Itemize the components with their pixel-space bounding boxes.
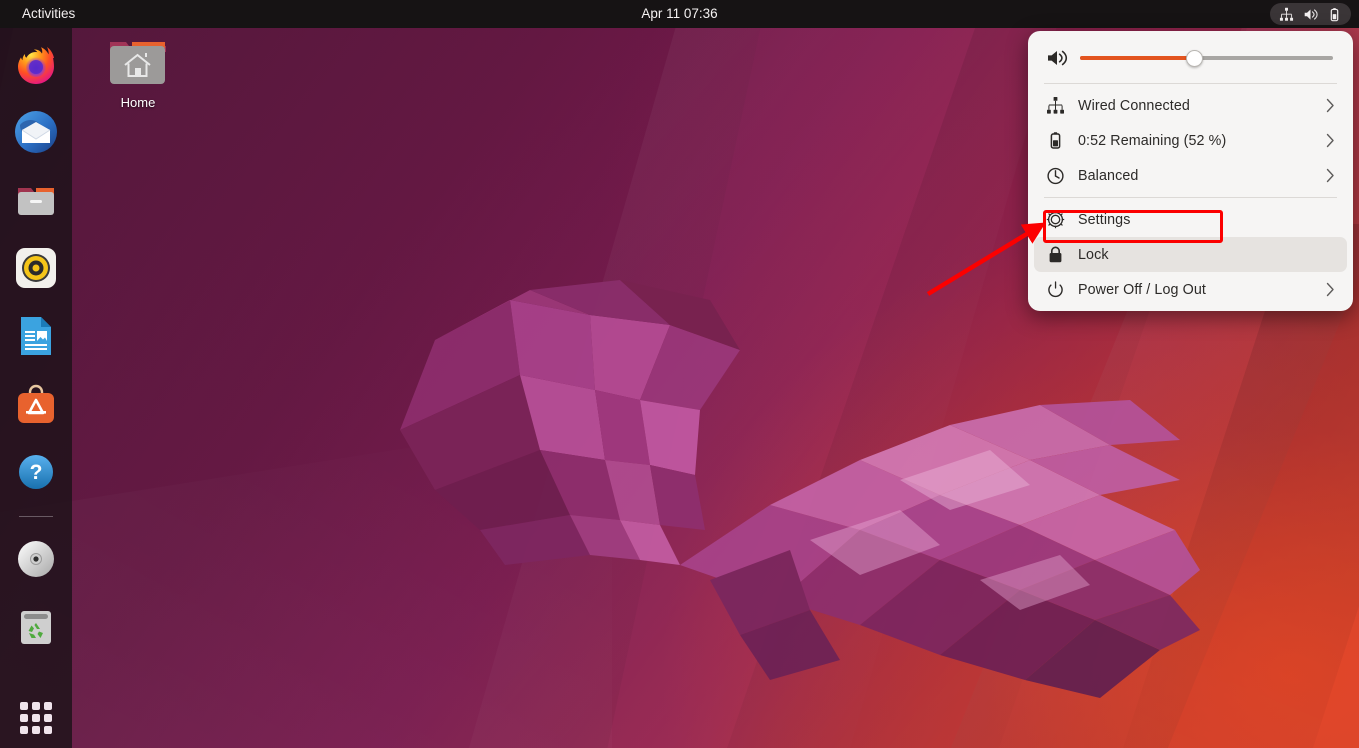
thunderbird-icon [15,111,57,153]
network-wired-icon [1047,97,1064,114]
desktop-icon-home[interactable]: Home [96,36,180,110]
clock-button[interactable]: Apr 11 07:36 [0,4,1359,23]
home-folder-icon [106,36,170,88]
power-icon [1048,281,1063,298]
dock-item-libreoffice-writer[interactable] [12,312,60,360]
grid-dot [32,726,40,734]
folder-icon [18,188,54,215]
dock-item-thunderbird[interactable] [12,108,60,156]
dock-item-help[interactable]: ? [12,448,60,496]
dock: ? [0,28,72,748]
chevron-right-icon [1326,168,1334,183]
cd-disc-icon [18,541,54,577]
battery-icon [1050,132,1061,149]
dock-item-firefox[interactable] [12,40,60,88]
grid-dot [20,726,28,734]
lock-icon [1049,246,1062,263]
rhythmbox-icon [16,248,56,288]
menu-separator [1044,197,1337,198]
dock-separator [19,516,53,517]
network-wired-icon [1279,7,1294,21]
grid-dot [44,702,52,710]
menu-item-label: Lock [1078,246,1109,263]
menu-item-label: Power Off / Log Out [1078,281,1206,298]
menu-item-battery[interactable]: 0:52 Remaining (52 %) [1034,123,1347,158]
battery-icon [1330,7,1339,21]
grid-dot [44,726,52,734]
slider-fill [1080,56,1194,60]
dock-item-ubuntu-software[interactable] [12,380,60,428]
menu-item-label: Wired Connected [1078,97,1190,114]
volume-slider[interactable] [1080,49,1333,67]
chevron-right-icon [1326,282,1334,297]
grid-dot [32,714,40,722]
menu-item-power-profile[interactable]: Balanced [1034,158,1347,193]
system-menu-panel: Wired Connected 0:52 Remaining (52 %) Ba… [1028,31,1353,311]
volume-icon[interactable] [1046,47,1068,69]
volume-row [1028,37,1353,79]
menu-separator [1044,83,1337,84]
dock-item-ubuntu-installer[interactable] [12,535,60,583]
menu-item-power-off[interactable]: Power Off / Log Out [1034,272,1347,307]
menu-item-lock[interactable]: Lock [1034,237,1347,272]
menu-item-label: 0:52 Remaining (52 %) [1078,132,1227,149]
slider-knob[interactable] [1185,49,1203,67]
trash-icon [21,611,51,644]
chevron-right-icon [1326,98,1334,113]
firefox-icon [18,47,54,84]
svg-text:?: ? [30,461,43,484]
grid-dot [32,702,40,710]
top-bar: Activities Apr 11 07:36 [0,0,1359,28]
gear-icon [1046,210,1065,229]
document-icon [21,317,51,355]
menu-item-label: Balanced [1078,167,1139,184]
menu-item-label: Settings [1078,211,1131,228]
software-store-icon [18,384,54,423]
gauge-icon [1047,167,1064,185]
grid-dot [44,714,52,722]
desktop-icon-label: Home [120,95,156,110]
dock-item-files[interactable] [12,176,60,224]
jellyfish-illustration [340,280,1200,700]
menu-item-settings[interactable]: Settings [1034,202,1347,237]
volume-icon [1304,8,1318,20]
show-applications-button[interactable] [12,694,60,742]
dock-item-trash[interactable] [12,603,60,651]
grid-dot [20,714,28,722]
chevron-right-icon [1326,133,1334,148]
menu-item-network[interactable]: Wired Connected [1034,88,1347,123]
grid-dot [20,702,28,710]
system-menu-button[interactable] [1270,3,1351,25]
dock-item-rhythmbox[interactable] [12,244,60,292]
help-icon: ? [19,455,53,489]
